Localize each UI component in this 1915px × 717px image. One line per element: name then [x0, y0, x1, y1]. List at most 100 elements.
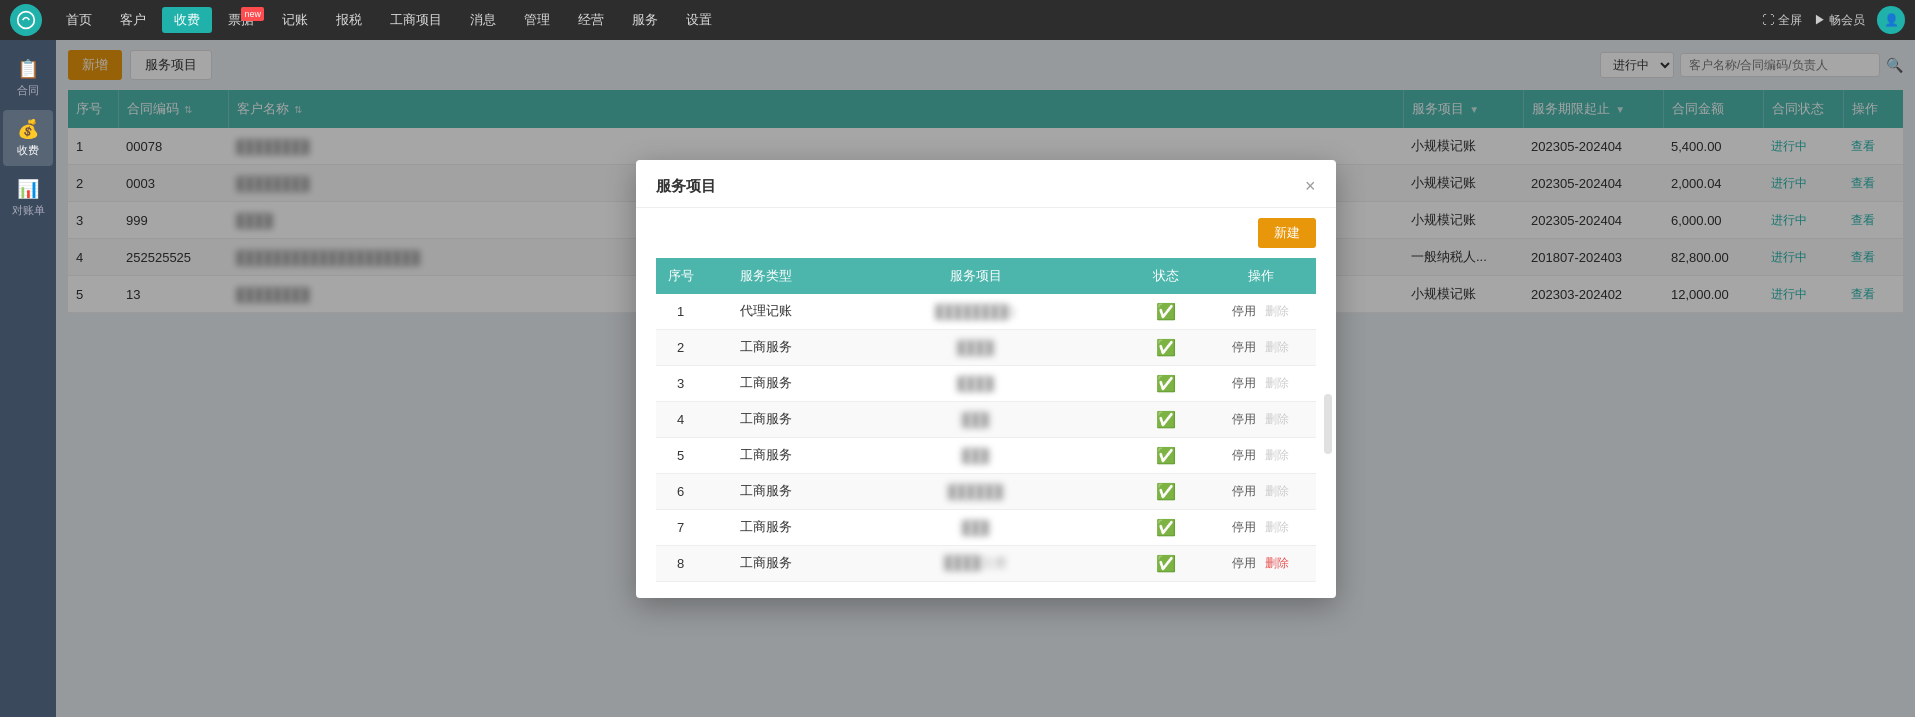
top-nav-right: ⛶ 全屏 ▶ 畅会员 👤 — [1762, 6, 1905, 34]
modal-cell-item: ██████ — [826, 473, 1126, 509]
modal-cell-action[interactable]: 停用 删除 — [1206, 437, 1316, 473]
stop-button[interactable]: 停用 — [1232, 340, 1256, 354]
delete-button: 删除 — [1265, 376, 1289, 390]
modal-cell-action[interactable]: 停用 删除 — [1206, 329, 1316, 365]
stop-button[interactable]: 停用 — [1232, 376, 1256, 390]
status-check-icon: ✅ — [1156, 483, 1176, 500]
modal-col-status: 状态 — [1126, 258, 1206, 294]
sidebar-label-reconcile: 对账单 — [12, 203, 45, 218]
modal-cell-status: ✅ — [1126, 401, 1206, 437]
nav-settings[interactable]: 设置 — [674, 7, 724, 33]
modal-cell-type: 工商服务 — [706, 329, 826, 365]
modal-cell-status: ✅ — [1126, 437, 1206, 473]
nav-invoice[interactable]: 票据 new — [216, 7, 266, 33]
delete-button: 删除 — [1265, 520, 1289, 534]
modal-table-row: 4 工商服务 ███ ✅ 停用 删除 — [656, 401, 1316, 437]
modal-col-action: 操作 — [1206, 258, 1316, 294]
member-btn[interactable]: ▶ 畅会员 — [1814, 12, 1865, 29]
modal-cell-item: ████████1 — [826, 294, 1126, 330]
nav-service[interactable]: 服务 — [620, 7, 670, 33]
delete-button: 删除 — [1265, 412, 1289, 426]
status-check-icon: ✅ — [1156, 519, 1176, 536]
modal-cell-status: ✅ — [1126, 473, 1206, 509]
sidebar-item-fees[interactable]: 💰 收费 — [3, 110, 53, 166]
modal-cell-action[interactable]: 停用 删除 — [1206, 401, 1316, 437]
modal-cell-type: 工商服务 — [706, 401, 826, 437]
modal-cell-seq: 6 — [656, 473, 706, 509]
modal-table-row: 5 工商服务 ███ ✅ 停用 删除 — [656, 437, 1316, 473]
modal-cell-status: ✅ — [1126, 365, 1206, 401]
modal-cell-status: ✅ — [1126, 294, 1206, 330]
modal-close-button[interactable]: × — [1305, 176, 1316, 197]
stop-button[interactable]: 停用 — [1232, 448, 1256, 462]
fullscreen-btn[interactable]: ⛶ 全屏 — [1762, 12, 1801, 29]
modal-cell-action[interactable]: 停用 删除 — [1206, 509, 1316, 545]
modal-table-row: 2 工商服务 ████ ✅ 停用 删除 — [656, 329, 1316, 365]
avatar: 👤 — [1877, 6, 1905, 34]
modal-cell-seq: 7 — [656, 509, 706, 545]
nav-operations[interactable]: 经营 — [566, 7, 616, 33]
nav-msg[interactable]: 消息 — [458, 7, 508, 33]
stop-button[interactable]: 停用 — [1232, 412, 1256, 426]
sidebar-item-contract[interactable]: 📋 合同 — [3, 50, 53, 106]
status-check-icon: ✅ — [1156, 411, 1176, 428]
modal-table-row: 7 工商服务 ███ ✅ 停用 删除 — [656, 509, 1316, 545]
nav-customer[interactable]: 客户 — [108, 7, 158, 33]
modal-cell-seq: 5 — [656, 437, 706, 473]
nav-tax[interactable]: 报税 — [324, 7, 374, 33]
modal-cell-status: ✅ — [1126, 509, 1206, 545]
nav-home[interactable]: 首页 — [54, 7, 104, 33]
modal-overlay: 服务项目 × 新建 序号 服务类型 服务项目 状态 — [56, 40, 1915, 717]
delete-button: 删除 — [1265, 484, 1289, 498]
scrollbar[interactable] — [1324, 394, 1332, 454]
modal-cell-action[interactable]: 停用 删除 — [1206, 473, 1316, 509]
modal-cell-type: 工商服务 — [706, 365, 826, 401]
modal-cell-seq: 4 — [656, 401, 706, 437]
stop-button[interactable]: 停用 — [1232, 484, 1256, 498]
status-check-icon: ✅ — [1156, 447, 1176, 464]
modal-cell-action[interactable]: 停用 删除 — [1206, 294, 1316, 330]
modal-cell-type: 工商服务 — [706, 473, 826, 509]
nav-bookkeeping[interactable]: 记账 — [270, 7, 320, 33]
modal-cell-type: 工商服务 — [706, 509, 826, 545]
modal-cell-action[interactable]: 停用 删除 — [1206, 365, 1316, 401]
modal-col-item: 服务项目 — [826, 258, 1126, 294]
service-modal: 服务项目 × 新建 序号 服务类型 服务项目 状态 — [636, 160, 1336, 598]
status-check-icon: ✅ — [1156, 375, 1176, 392]
modal-cell-type: 代理记账 — [706, 294, 826, 330]
modal-cell-action[interactable]: 停用 删除 — [1206, 545, 1316, 581]
modal-cell-item: ███ — [826, 509, 1126, 545]
nav-manage[interactable]: 管理 — [512, 7, 562, 33]
sidebar-label-fees: 收费 — [17, 143, 39, 158]
modal-cell-seq: 2 — [656, 329, 706, 365]
modal-cell-type: 工商服务 — [706, 545, 826, 581]
status-check-icon: ✅ — [1156, 555, 1176, 572]
modal-cell-item: ████注册 — [826, 545, 1126, 581]
modal-toolbar: 新建 — [636, 208, 1336, 258]
modal-table-wrap[interactable]: 序号 服务类型 服务项目 状态 操作 1 代理记账 ████████1 ✅ 停用… — [636, 258, 1336, 598]
modal-table: 序号 服务类型 服务项目 状态 操作 1 代理记账 ████████1 ✅ 停用… — [656, 258, 1316, 582]
delete-button[interactable]: 删除 — [1265, 556, 1289, 570]
modal-title: 服务项目 — [656, 177, 716, 196]
layout: 📋 合同 💰 收费 📊 对账单 新增 服务项目 进行中 已完成 已终止 🔍 — [0, 40, 1915, 717]
delete-button: 删除 — [1265, 448, 1289, 462]
stop-button[interactable]: 停用 — [1232, 304, 1256, 318]
stop-button[interactable]: 停用 — [1232, 556, 1256, 570]
svg-point-0 — [18, 12, 35, 29]
delete-button: 删除 — [1265, 304, 1289, 318]
delete-button: 删除 — [1265, 340, 1289, 354]
sidebar-item-reconcile[interactable]: 📊 对账单 — [3, 170, 53, 226]
modal-cell-item: ████ — [826, 329, 1126, 365]
nav-fees[interactable]: 收费 — [162, 7, 212, 33]
modal-table-row: 8 工商服务 ████注册 ✅ 停用 删除 — [656, 545, 1316, 581]
modal-header: 服务项目 × — [636, 160, 1336, 208]
modal-cell-type: 工商服务 — [706, 437, 826, 473]
top-nav: 首页 客户 收费 票据 new 记账 报税 工商项目 消息 管理 经营 服务 设… — [0, 0, 1915, 40]
status-check-icon: ✅ — [1156, 303, 1176, 320]
nav-biz[interactable]: 工商项目 — [378, 7, 454, 33]
stop-button[interactable]: 停用 — [1232, 520, 1256, 534]
modal-col-type: 服务类型 — [706, 258, 826, 294]
logo — [10, 4, 42, 36]
modal-new-button[interactable]: 新建 — [1258, 218, 1316, 248]
modal-cell-status: ✅ — [1126, 329, 1206, 365]
